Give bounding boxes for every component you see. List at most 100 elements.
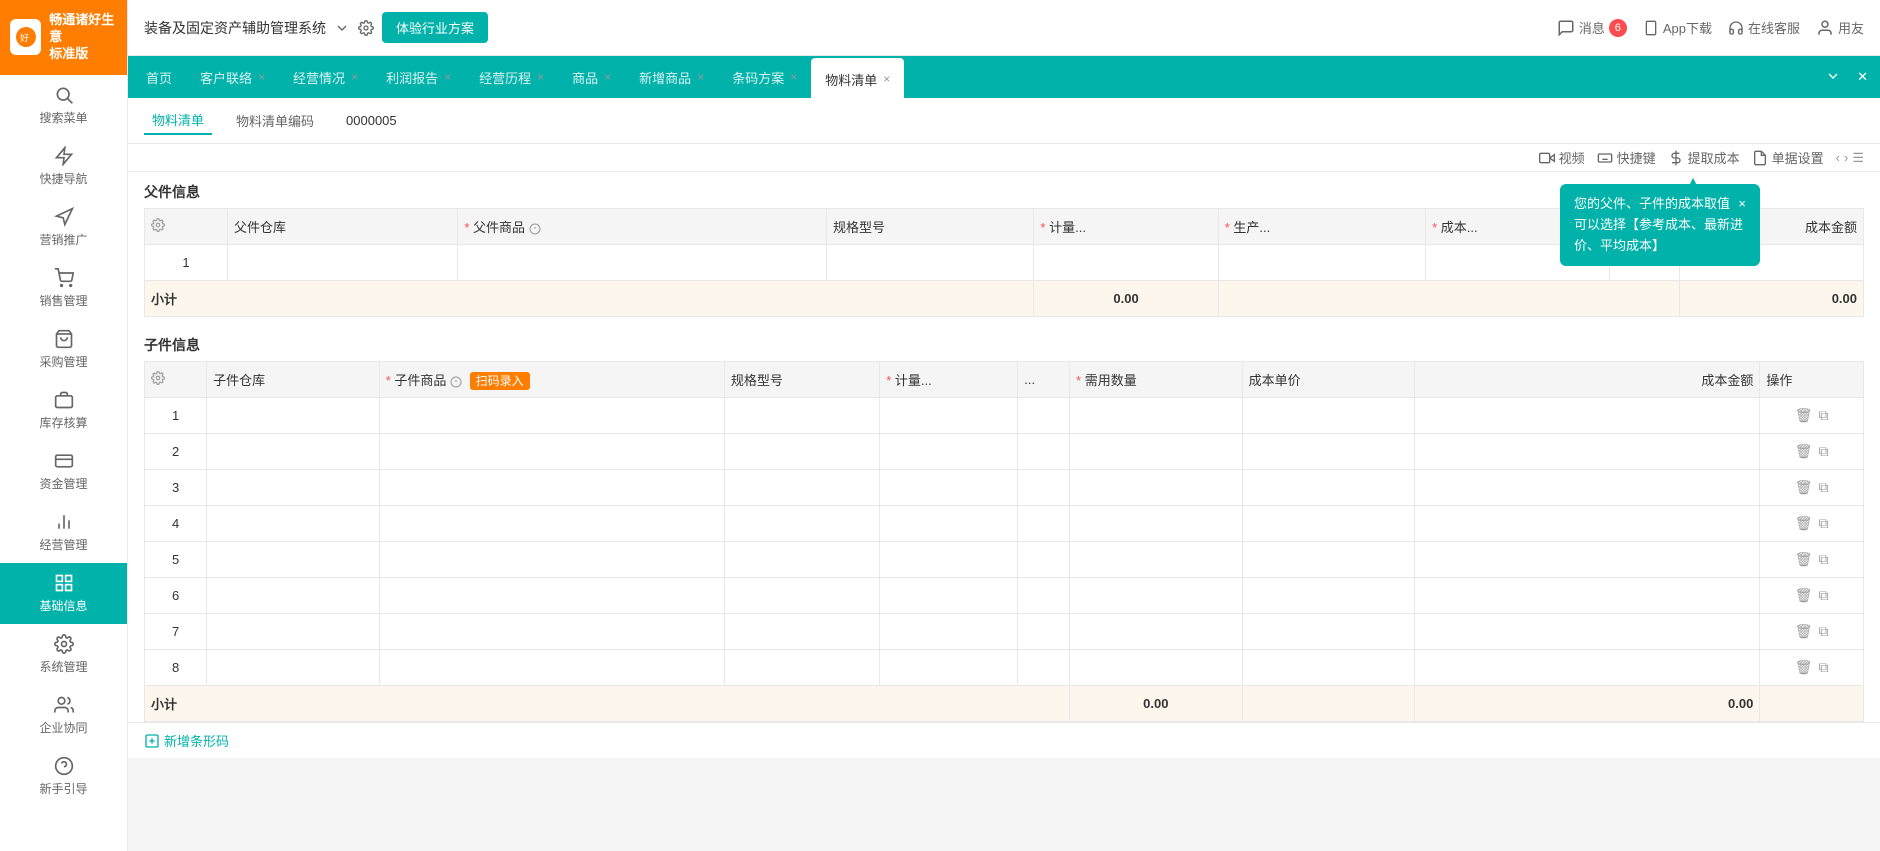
child-qty-1[interactable] bbox=[1070, 398, 1243, 434]
sidebar-item-operation[interactable]: 经营管理 bbox=[0, 502, 127, 563]
child-spec-6[interactable] bbox=[724, 578, 879, 614]
parent-spec-cell[interactable] bbox=[827, 245, 1034, 281]
tab-close-all[interactable]: ✕ bbox=[1849, 69, 1876, 85]
delete-icon-8[interactable]: 🗑 bbox=[1795, 659, 1813, 676]
copy-icon-3[interactable]: ⧉ bbox=[1819, 479, 1829, 496]
delete-icon-5[interactable]: 🗑 bbox=[1795, 551, 1813, 568]
sub-tab-bom-list[interactable]: 物料清单 bbox=[144, 106, 212, 135]
child-warehouse-5[interactable] bbox=[207, 542, 380, 578]
copy-icon-1[interactable]: ⧉ bbox=[1819, 407, 1829, 424]
child-unit-cost-3[interactable] bbox=[1242, 470, 1415, 506]
child-unit-cost-7[interactable] bbox=[1242, 614, 1415, 650]
child-warehouse-3[interactable] bbox=[207, 470, 380, 506]
child-warehouse-4[interactable] bbox=[207, 506, 380, 542]
child-measure-8[interactable] bbox=[880, 650, 1018, 686]
online-service-button[interactable]: 在线客服 bbox=[1728, 18, 1800, 37]
tab-goods-close[interactable]: × bbox=[604, 70, 611, 84]
child-qty-3[interactable] bbox=[1070, 470, 1243, 506]
child-warehouse-7[interactable] bbox=[207, 614, 380, 650]
tab-new-goods[interactable]: 新增商品 × bbox=[625, 56, 718, 98]
child-product-3[interactable] bbox=[379, 470, 724, 506]
child-unit-cost-8[interactable] bbox=[1242, 650, 1415, 686]
child-product-5[interactable] bbox=[379, 542, 724, 578]
tab-home[interactable]: 首页 bbox=[132, 56, 186, 98]
toolbar-cost[interactable]: 提取成本 bbox=[1668, 148, 1740, 167]
child-spec-2[interactable] bbox=[724, 434, 879, 470]
child-spec-5[interactable] bbox=[724, 542, 879, 578]
tab-new-goods-close[interactable]: × bbox=[697, 70, 704, 84]
child-warehouse-6[interactable] bbox=[207, 578, 380, 614]
copy-icon-2[interactable]: ⧉ bbox=[1819, 443, 1829, 460]
tab-barcode-close[interactable]: × bbox=[790, 70, 797, 84]
scan-badge[interactable]: 扫码录入 bbox=[470, 372, 530, 390]
child-product-4[interactable] bbox=[379, 506, 724, 542]
child-product-2[interactable] bbox=[379, 434, 724, 470]
tab-barcode[interactable]: 条码方案 × bbox=[718, 56, 811, 98]
copy-icon-4[interactable]: ⧉ bbox=[1819, 515, 1829, 532]
delete-icon-2[interactable]: 🗑 bbox=[1795, 443, 1813, 460]
message-button[interactable]: 消息 6 bbox=[1557, 18, 1627, 37]
prev-icon[interactable]: ‹ bbox=[1836, 150, 1840, 165]
sidebar-item-system[interactable]: 系统管理 bbox=[0, 624, 127, 685]
copy-icon-7[interactable]: ⧉ bbox=[1819, 623, 1829, 640]
child-product-6[interactable] bbox=[379, 578, 724, 614]
child-measure-3[interactable] bbox=[880, 470, 1018, 506]
child-spec-3[interactable] bbox=[724, 470, 879, 506]
sidebar-item-purchase[interactable]: 采购管理 bbox=[0, 319, 127, 380]
child-measure-2[interactable] bbox=[880, 434, 1018, 470]
dropdown-icon[interactable] bbox=[334, 20, 350, 36]
user-button[interactable]: 用友 bbox=[1816, 18, 1864, 37]
child-product-7[interactable] bbox=[379, 614, 724, 650]
child-unit-cost-4[interactable] bbox=[1242, 506, 1415, 542]
tab-goods[interactable]: 商品 × bbox=[558, 56, 625, 98]
tab-history-close[interactable]: × bbox=[537, 70, 544, 84]
tab-customer-close[interactable]: × bbox=[258, 70, 265, 84]
toolbar-setting[interactable]: 单据设置 bbox=[1752, 148, 1824, 167]
child-qty-4[interactable] bbox=[1070, 506, 1243, 542]
sidebar-item-guide[interactable]: 新手引导 bbox=[0, 746, 127, 807]
child-spec-7[interactable] bbox=[724, 614, 879, 650]
tab-bar-end[interactable] bbox=[1817, 68, 1849, 87]
sub-tab-bom-code[interactable]: 物料清单编码 bbox=[228, 107, 322, 134]
tab-profit[interactable]: 利润报告 × bbox=[372, 56, 465, 98]
child-measure-5[interactable] bbox=[880, 542, 1018, 578]
toolbar-view[interactable]: 视频 bbox=[1539, 148, 1585, 167]
child-spec-4[interactable] bbox=[724, 506, 879, 542]
sidebar-item-search[interactable]: 搜索菜单 bbox=[0, 75, 127, 136]
sidebar-item-basic[interactable]: 基础信息 bbox=[0, 563, 127, 624]
tab-customer[interactable]: 客户联络 × bbox=[186, 56, 279, 98]
child-qty-7[interactable] bbox=[1070, 614, 1243, 650]
app-download-button[interactable]: App下载 bbox=[1643, 18, 1712, 37]
child-measure-4[interactable] bbox=[880, 506, 1018, 542]
tooltip-close[interactable]: × bbox=[1738, 194, 1746, 215]
child-warehouse-1[interactable] bbox=[207, 398, 380, 434]
parent-measure-cell[interactable] bbox=[1034, 245, 1218, 281]
list-icon[interactable]: ☰ bbox=[1852, 150, 1864, 166]
copy-icon-5[interactable]: ⧉ bbox=[1819, 551, 1829, 568]
child-qty-5[interactable] bbox=[1070, 542, 1243, 578]
delete-icon-7[interactable]: 🗑 bbox=[1795, 623, 1813, 640]
sidebar-item-quick-nav[interactable]: 快捷导航 bbox=[0, 136, 127, 197]
child-qty-2[interactable] bbox=[1070, 434, 1243, 470]
sidebar-item-marketing[interactable]: 营销推广 bbox=[0, 197, 127, 258]
tab-bom-close[interactable]: × bbox=[883, 72, 890, 86]
sidebar-item-finance[interactable]: 资金管理 bbox=[0, 441, 127, 502]
delete-icon-3[interactable]: 🗑 bbox=[1795, 479, 1813, 496]
experience-button[interactable]: 体验行业方案 bbox=[382, 12, 488, 43]
settings-icon[interactable] bbox=[358, 20, 374, 36]
child-product-1[interactable] bbox=[379, 398, 724, 434]
child-unit-cost-6[interactable] bbox=[1242, 578, 1415, 614]
child-measure-6[interactable] bbox=[880, 578, 1018, 614]
tab-operation-status-close[interactable]: × bbox=[351, 70, 358, 84]
delete-icon-6[interactable]: 🗑 bbox=[1795, 587, 1813, 604]
copy-icon-8[interactable]: ⧉ bbox=[1819, 659, 1829, 676]
delete-icon-1[interactable]: 🗑 bbox=[1795, 407, 1813, 424]
parent-warehouse-cell[interactable] bbox=[227, 245, 457, 281]
parent-product-cell[interactable] bbox=[458, 245, 827, 281]
sidebar-item-enterprise[interactable]: 企业协同 bbox=[0, 685, 127, 746]
child-unit-cost-5[interactable] bbox=[1242, 542, 1415, 578]
child-unit-cost-1[interactable] bbox=[1242, 398, 1415, 434]
child-qty-6[interactable] bbox=[1070, 578, 1243, 614]
child-warehouse-2[interactable] bbox=[207, 434, 380, 470]
child-qty-8[interactable] bbox=[1070, 650, 1243, 686]
